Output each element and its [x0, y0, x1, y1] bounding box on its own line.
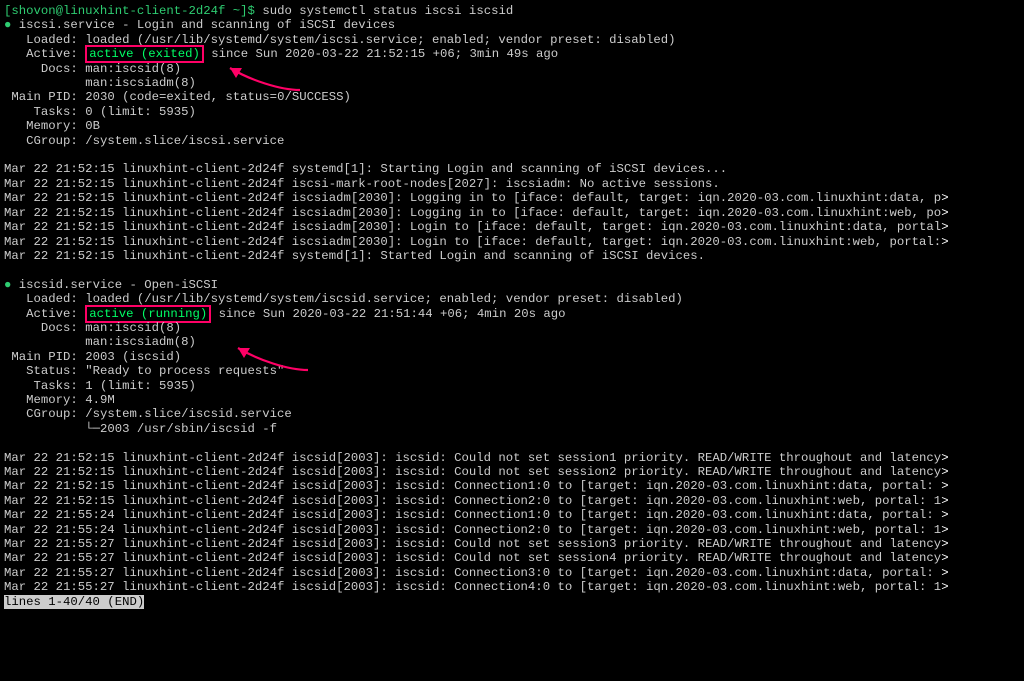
service-name: iscsid.service - Open-iSCSI: [19, 278, 218, 292]
mainpid-label: Main PID:: [11, 90, 77, 104]
log-line: Mar 22 21:55:27 linuxhint-client-2d24f i…: [4, 566, 941, 580]
docs-value-2: man:iscsiadm(8): [85, 335, 196, 349]
prompt-user: [shovon@linuxhint-client-2d24f: [4, 4, 225, 18]
more-indicator-icon: >: [941, 451, 948, 465]
log-line: Mar 22 21:55:27 linuxhint-client-2d24f i…: [4, 551, 941, 565]
log-line: Mar 22 21:52:15 linuxhint-client-2d24f i…: [4, 451, 941, 465]
tasks-value: 0 (limit: 5935): [85, 105, 196, 119]
more-indicator-icon: >: [941, 220, 948, 234]
log-line: Mar 22 21:52:15 linuxhint-client-2d24f i…: [4, 206, 941, 220]
log-line: Mar 22 21:55:27 linuxhint-client-2d24f i…: [4, 580, 941, 594]
more-indicator-icon: >: [941, 580, 948, 594]
terminal-output[interactable]: [shovon@linuxhint-client-2d24f ~]$ sudo …: [4, 4, 1020, 609]
docs-label: Docs:: [41, 321, 78, 335]
loaded-label: Loaded:: [26, 292, 78, 306]
memory-label: Memory:: [26, 393, 78, 407]
docs-value-2: man:iscsiadm(8): [85, 76, 196, 90]
log-line: Mar 22 21:55:24 linuxhint-client-2d24f i…: [4, 523, 941, 537]
tasks-label: Tasks:: [34, 105, 78, 119]
more-indicator-icon: >: [941, 523, 948, 537]
service-block-iscsi: ● iscsi.service - Login and scanning of …: [4, 18, 1020, 148]
service-block-iscsid: ● iscsid.service - Open-iSCSI Loaded: lo…: [4, 278, 1020, 436]
more-indicator-icon: >: [941, 494, 948, 508]
log-line: Mar 22 21:55:27 linuxhint-client-2d24f i…: [4, 537, 941, 551]
cgroup-value: /system.slice/iscsi.service: [85, 134, 284, 148]
more-indicator-icon: >: [941, 508, 948, 522]
active-status-highlight: active (running): [85, 305, 211, 323]
log-block-2: Mar 22 21:52:15 linuxhint-client-2d24f i…: [4, 451, 1020, 595]
docs-value-1: man:iscsid(8): [85, 62, 181, 76]
more-indicator-icon: >: [941, 206, 948, 220]
active-status-highlight: active (exited): [85, 45, 204, 63]
tasks-value: 1 (limit: 5935): [85, 379, 196, 393]
log-line: Mar 22 21:52:15 linuxhint-client-2d24f s…: [4, 249, 705, 263]
memory-value: 4.9M: [85, 393, 115, 407]
active-since: since Sun 2020-03-22 21:51:44 +06; 4min …: [219, 307, 566, 321]
status-value: "Ready to process requests": [85, 364, 284, 378]
prompt-path: ~]$: [233, 4, 255, 18]
active-label: Active:: [26, 47, 78, 61]
more-indicator-icon: >: [941, 551, 948, 565]
memory-value: 0B: [85, 119, 100, 133]
log-line: Mar 22 21:52:15 linuxhint-client-2d24f i…: [4, 220, 941, 234]
cgroup-label: CGroup:: [26, 407, 78, 421]
status-bullet-icon: ●: [4, 278, 11, 292]
mainpid-label: Main PID:: [11, 350, 77, 364]
mainpid-value: 2030 (code=exited, status=0/SUCCESS): [85, 90, 351, 104]
mainpid-value: 2003 (iscsid): [85, 350, 181, 364]
docs-label: Docs:: [41, 62, 78, 76]
loaded-label: Loaded:: [26, 33, 78, 47]
service-name: iscsi.service - Login and scanning of iS…: [19, 18, 395, 32]
cgroup-tree: └─2003 /usr/sbin/iscsid -f: [85, 422, 277, 436]
log-line: Mar 22 21:52:15 linuxhint-client-2d24f i…: [4, 191, 941, 205]
log-line: Mar 22 21:52:15 linuxhint-client-2d24f i…: [4, 177, 720, 191]
more-indicator-icon: >: [941, 235, 948, 249]
active-label: Active:: [26, 307, 78, 321]
log-line: Mar 22 21:55:24 linuxhint-client-2d24f i…: [4, 508, 941, 522]
more-indicator-icon: >: [941, 537, 948, 551]
log-line: Mar 22 21:52:15 linuxhint-client-2d24f i…: [4, 465, 941, 479]
log-block-1: Mar 22 21:52:15 linuxhint-client-2d24f s…: [4, 162, 1020, 263]
memory-label: Memory:: [26, 119, 78, 133]
log-line: Mar 22 21:52:15 linuxhint-client-2d24f i…: [4, 479, 941, 493]
cgroup-label: CGroup:: [26, 134, 78, 148]
log-line: Mar 22 21:52:15 linuxhint-client-2d24f i…: [4, 494, 941, 508]
more-indicator-icon: >: [941, 191, 948, 205]
command-text: sudo systemctl status iscsi iscsid: [262, 4, 513, 18]
prompt-line: [shovon@linuxhint-client-2d24f ~]$ sudo …: [4, 4, 1020, 18]
more-indicator-icon: >: [941, 465, 948, 479]
docs-value-1: man:iscsid(8): [85, 321, 181, 335]
tasks-label: Tasks:: [34, 379, 78, 393]
log-line: Mar 22 21:52:15 linuxhint-client-2d24f s…: [4, 162, 727, 176]
cgroup-value: /system.slice/iscsid.service: [85, 407, 292, 421]
more-indicator-icon: >: [941, 479, 948, 493]
status-bullet-icon: ●: [4, 18, 11, 32]
more-indicator-icon: >: [941, 566, 948, 580]
pager-status-line: lines 1-40/40 (END): [4, 595, 144, 609]
log-line: Mar 22 21:52:15 linuxhint-client-2d24f i…: [4, 235, 941, 249]
active-since: since Sun 2020-03-22 21:52:15 +06; 3min …: [211, 47, 558, 61]
status-label: Status:: [26, 364, 78, 378]
